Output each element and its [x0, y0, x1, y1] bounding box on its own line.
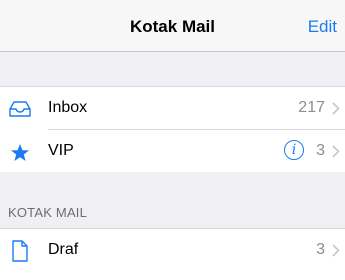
star-icon — [7, 140, 33, 164]
mailbox-row-inbox[interactable]: Inbox 217 — [0, 87, 345, 130]
chevron-right-icon — [332, 145, 340, 158]
inbox-icon — [7, 97, 33, 121]
section-spacer — [0, 52, 345, 86]
mailbox-count: 3 — [316, 142, 325, 159]
chevron-right-icon — [332, 244, 340, 257]
mailbox-row-drafts[interactable]: Draf 3 — [0, 229, 345, 272]
mailbox-row-vip[interactable]: VIP i 3 — [0, 130, 345, 173]
navigation-bar: Kotak Mail Edit — [0, 0, 345, 52]
edit-button[interactable]: Edit — [308, 17, 337, 37]
section-header-label: KOTAK MAIL — [8, 205, 88, 220]
mailbox-label: Draf — [48, 241, 79, 258]
chevron-right-icon — [332, 102, 340, 115]
mailbox-count: 217 — [298, 99, 325, 116]
info-icon[interactable]: i — [284, 140, 304, 160]
mailbox-count: 3 — [316, 241, 325, 258]
mailbox-label: VIP — [48, 142, 74, 159]
page-title: Kotak Mail — [129, 17, 216, 36]
draft-document-icon — [7, 239, 33, 263]
section-header: KOTAK MAIL — [0, 172, 345, 228]
mailbox-label: Inbox — [48, 99, 88, 116]
